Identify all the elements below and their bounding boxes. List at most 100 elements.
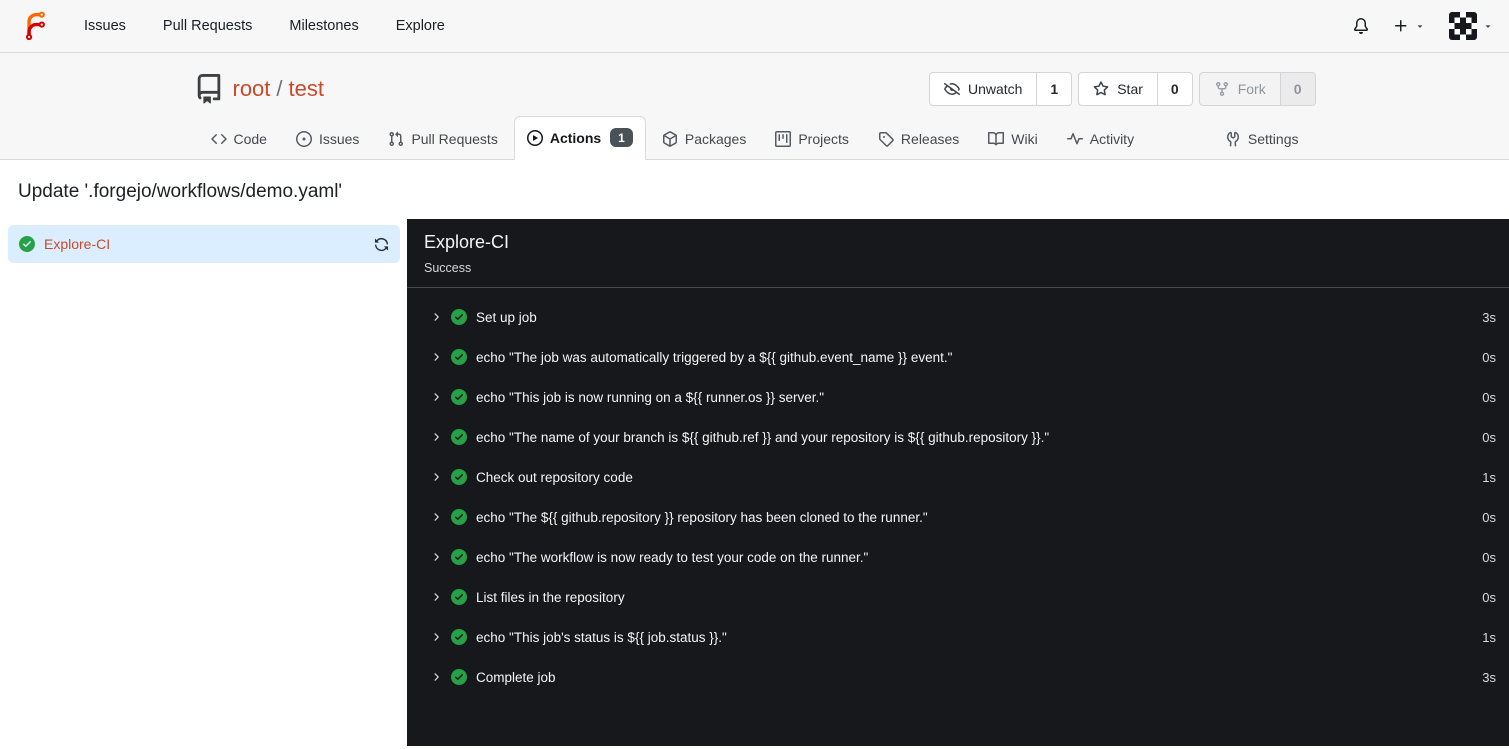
step-duration: 0s xyxy=(1482,509,1496,525)
chevron-right-icon xyxy=(430,551,442,563)
repo-tab[interactable]: Issues xyxy=(283,119,372,160)
repo-tab[interactable]: Projects xyxy=(762,119,862,160)
repo-button-group: Star 0 xyxy=(1078,71,1193,106)
check-circle-icon xyxy=(451,629,467,645)
step-duration: 1s xyxy=(1482,469,1496,485)
repo-tab[interactable]: Packages xyxy=(649,119,759,160)
repo-button-count[interactable]: 1 xyxy=(1036,72,1071,105)
package-icon xyxy=(662,131,678,147)
chevron-right-icon xyxy=(430,511,442,523)
chevron-right-icon xyxy=(430,671,442,683)
check-circle-icon xyxy=(451,389,467,405)
main-nav: Issues Pull Requests Milestones Explore xyxy=(84,12,445,40)
repo-action-buttons: Unwatch 1 Star 0 Fork 0 xyxy=(928,71,1316,106)
repo-button-count[interactable]: 0 xyxy=(1156,72,1192,105)
step-row[interactable]: echo "The workflow is now ready to test … xyxy=(420,537,1500,577)
check-circle-icon xyxy=(451,309,467,325)
nav-link[interactable]: Pull Requests xyxy=(163,12,252,40)
job-item-label: Explore-CI xyxy=(44,236,111,252)
steps-list: Set up job 3s echo "The job was automati… xyxy=(407,288,1509,697)
repo-tabs: Code Issues Pull Requests Actions 1 Pack… xyxy=(194,116,1316,160)
chevron-right-icon xyxy=(430,431,442,443)
step-duration: 3s xyxy=(1482,309,1496,325)
step-duration: 3s xyxy=(1482,669,1496,685)
repo-tab[interactable]: Code xyxy=(198,119,280,160)
check-circle-icon xyxy=(19,236,35,252)
repo-button-count[interactable]: 0 xyxy=(1279,72,1315,105)
run-panel-header: Explore-CI Success xyxy=(407,219,1509,288)
chevron-right-icon xyxy=(430,471,442,483)
tab-badge: 1 xyxy=(610,128,633,147)
job-name: Explore-CI xyxy=(424,232,510,252)
star-icon xyxy=(1093,80,1109,97)
step-row[interactable]: List files in the repository 0s xyxy=(420,577,1500,617)
pulse-icon xyxy=(1066,131,1083,147)
step-duration: 0s xyxy=(1482,549,1496,565)
check-circle-icon xyxy=(451,429,467,445)
repo-title: root / test xyxy=(233,76,325,102)
step-row[interactable]: echo "This job is now running on a ${{ r… xyxy=(420,377,1500,417)
chevron-right-icon xyxy=(430,631,442,643)
navbar-right xyxy=(1353,12,1493,40)
repo-button-group: Fork 0 xyxy=(1198,71,1316,106)
play-circle-icon xyxy=(526,129,543,146)
step-row[interactable]: Check out repository code 1s xyxy=(420,457,1500,497)
tag-icon xyxy=(878,131,894,147)
issue-opened-icon xyxy=(295,131,312,147)
step-row[interactable]: echo "The job was automatically triggere… xyxy=(420,337,1500,377)
project-icon xyxy=(775,131,792,147)
repo-path-separator: / xyxy=(276,75,283,101)
repo-button[interactable]: Star xyxy=(1079,73,1157,105)
code-icon xyxy=(210,131,227,147)
chevron-down-icon xyxy=(1415,21,1425,31)
create-new-button[interactable] xyxy=(1393,18,1425,34)
tools-icon xyxy=(1225,131,1241,147)
repo-tabs-strip: Code Issues Pull Requests Actions 1 Pack… xyxy=(0,116,1509,160)
repo-tab[interactable]: Activity xyxy=(1054,119,1147,160)
avatar xyxy=(1449,12,1477,40)
rerun-icon[interactable] xyxy=(374,237,389,252)
check-circle-icon xyxy=(451,349,467,365)
chevron-down-icon xyxy=(1483,21,1493,31)
jobs-sidebar: Explore-CI xyxy=(0,219,407,746)
step-row[interactable]: Set up job 3s xyxy=(420,297,1500,337)
chevron-right-icon xyxy=(430,391,442,403)
repo-name-link[interactable]: test xyxy=(289,76,324,102)
run-layout: Explore-CI Explore-CI Success Set up job… xyxy=(0,219,1509,746)
top-navbar: Issues Pull Requests Milestones Explore xyxy=(0,0,1509,53)
nav-link[interactable]: Issues xyxy=(84,12,126,40)
sidebar-job-item[interactable]: Explore-CI xyxy=(8,225,400,263)
check-circle-icon xyxy=(451,549,467,565)
check-circle-icon xyxy=(451,469,467,485)
step-duration: 0s xyxy=(1482,429,1496,445)
check-circle-icon xyxy=(451,509,467,525)
step-row[interactable]: echo "This job's status is ${{ job.statu… xyxy=(420,617,1500,657)
user-menu-button[interactable] xyxy=(1449,12,1493,40)
fork-icon xyxy=(1214,81,1230,97)
git-pull-request-icon xyxy=(388,131,404,147)
notifications-button[interactable] xyxy=(1353,18,1369,34)
step-duration: 0s xyxy=(1482,389,1496,405)
nav-link[interactable]: Milestones xyxy=(289,12,358,40)
repo-tab[interactable]: Wiki xyxy=(975,119,1050,160)
nav-link[interactable]: Explore xyxy=(396,12,445,40)
repo-tab[interactable]: Settings xyxy=(1212,119,1312,160)
eye-closed-icon xyxy=(943,81,960,97)
forgejo-logo[interactable] xyxy=(20,11,50,41)
step-row[interactable]: echo "The ${{ github.repository }} repos… xyxy=(420,497,1500,537)
chevron-right-icon xyxy=(430,311,442,323)
step-row[interactable]: echo "The name of your branch is ${{ git… xyxy=(420,417,1500,457)
step-duration: 0s xyxy=(1482,589,1496,605)
repo-button-group: Unwatch 1 xyxy=(928,71,1073,106)
repo-header: root / test Unwatch 1 Star 0 Fork 0 Code xyxy=(0,53,1509,160)
repo-button[interactable]: Unwatch xyxy=(930,73,1036,105)
check-circle-icon xyxy=(451,589,467,605)
repo-owner-link[interactable]: root xyxy=(233,76,271,102)
repo-tab[interactable]: Releases xyxy=(865,119,972,160)
book-icon xyxy=(988,131,1005,147)
repo-tab[interactable]: Pull Requests xyxy=(375,119,510,160)
step-row[interactable]: Complete job 3s xyxy=(420,657,1500,697)
repo-tab[interactable]: Actions 1 xyxy=(513,116,646,160)
repo-button[interactable]: Fork xyxy=(1200,73,1280,105)
run-page: Update '.forgejo/workflows/demo.yaml' Ex… xyxy=(0,160,1509,746)
